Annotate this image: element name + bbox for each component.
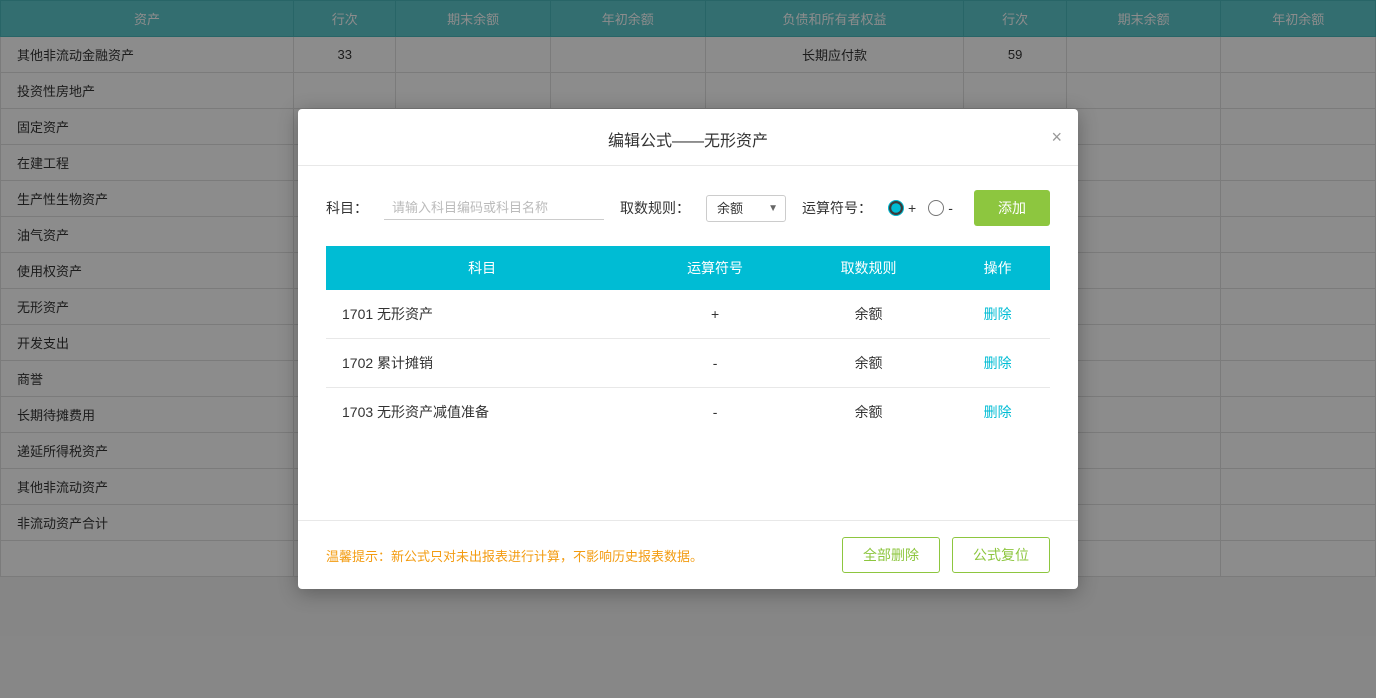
operator-plus-label[interactable]: + <box>888 200 916 216</box>
operator-plus-text: + <box>908 200 916 216</box>
edit-formula-modal: 编辑公式——无形资产 × 科目： 取数规则： 余额 借方 贷方 ▼ 运算符号： <box>298 109 1078 589</box>
operator-minus-radio[interactable] <box>928 200 944 216</box>
formula-table: 科目 运算符号 取数规则 操作 1701 无形资产 + 余额 删除 1702 累… <box>326 246 1050 436</box>
rule-select-wrap: 余额 借方 贷方 ▼ <box>706 195 786 222</box>
formula-rule: 余额 <box>792 339 946 388</box>
operator-plus-radio[interactable] <box>888 200 904 216</box>
formula-operator: - <box>638 339 792 388</box>
modal-header: 编辑公式——无形资产 × <box>298 109 1078 166</box>
formula-rule: 余额 <box>792 290 946 339</box>
col-operator-header: 运算符号 <box>638 246 792 290</box>
formula-subject: 1701 无形资产 <box>326 290 638 339</box>
operator-minus-text: - <box>948 200 953 216</box>
formula-row: 1703 无形资产减值准备 - 余额 删除 <box>326 388 1050 437</box>
footer-actions: 全部删除 公式复位 <box>842 537 1050 573</box>
footer-tip: 温馨提示：新公式只对未出报表进行计算，不影响历史报表数据。 <box>326 546 703 565</box>
delete-row-button[interactable]: 删除 <box>984 353 1012 373</box>
formula-rule: 余额 <box>792 388 946 437</box>
modal-body: 科目： 取数规则： 余额 借方 贷方 ▼ 运算符号： + <box>298 166 1078 520</box>
subject-label: 科目： <box>326 198 368 218</box>
formula-operator: + <box>638 290 792 339</box>
col-subject-header: 科目 <box>326 246 638 290</box>
formula-row: 1702 累计摊销 - 余额 删除 <box>326 339 1050 388</box>
modal-footer: 温馨提示：新公式只对未出报表进行计算，不影响历史报表数据。 全部删除 公式复位 <box>298 520 1078 589</box>
formula-subject: 1703 无形资产减值准备 <box>326 388 638 437</box>
formula-action: 删除 <box>945 339 1050 388</box>
formula-form-row: 科目： 取数规则： 余额 借方 贷方 ▼ 运算符号： + <box>326 190 1050 226</box>
subject-input[interactable] <box>384 196 604 220</box>
delete-all-button[interactable]: 全部删除 <box>842 537 940 573</box>
formula-row: 1701 无形资产 + 余额 删除 <box>326 290 1050 339</box>
col-action-header: 操作 <box>945 246 1050 290</box>
formula-action: 删除 <box>945 388 1050 437</box>
modal-close-button[interactable]: × <box>1051 128 1062 146</box>
modal-overlay: 编辑公式——无形资产 × 科目： 取数规则： 余额 借方 贷方 ▼ 运算符号： <box>0 0 1376 698</box>
formula-action: 删除 <box>945 290 1050 339</box>
rule-select[interactable]: 余额 借方 贷方 <box>706 195 786 222</box>
modal-title: 编辑公式——无形资产 <box>608 133 768 150</box>
formula-operator: - <box>638 388 792 437</box>
delete-row-button[interactable]: 删除 <box>984 304 1012 324</box>
operator-group: + - <box>888 200 953 216</box>
delete-row-button[interactable]: 删除 <box>984 402 1012 422</box>
rule-label: 取数规则： <box>620 198 690 218</box>
reset-formula-button[interactable]: 公式复位 <box>952 537 1050 573</box>
table-header-row: 科目 运算符号 取数规则 操作 <box>326 246 1050 290</box>
add-button[interactable]: 添加 <box>974 190 1050 226</box>
formula-subject: 1702 累计摊销 <box>326 339 638 388</box>
col-rule-header: 取数规则 <box>792 246 946 290</box>
operator-label: 运算符号： <box>802 198 872 218</box>
operator-minus-label[interactable]: - <box>928 200 953 216</box>
